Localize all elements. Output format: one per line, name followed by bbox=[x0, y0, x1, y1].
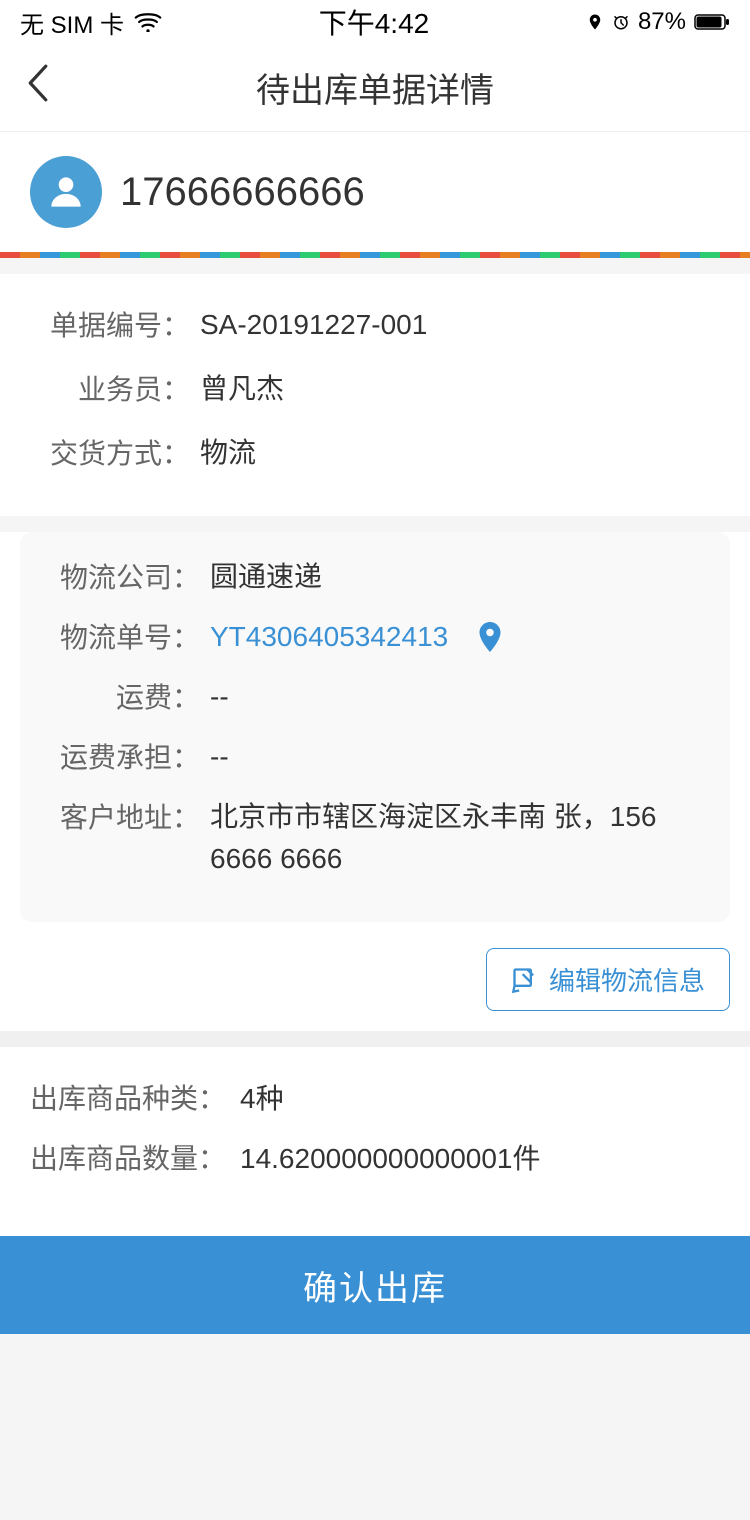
sim-status: 无 SIM 卡 bbox=[20, 5, 124, 40]
logistics-tracking-value: YT4306405342413 bbox=[210, 616, 710, 658]
logistics-freight-bearer-label: 运费承担： bbox=[40, 736, 200, 776]
product-type-row: 出库商品种类： 4种 bbox=[30, 1077, 720, 1117]
logistics-card: 物流公司： 圆通速递 物流单号： YT4306405342413 运费： -- … bbox=[20, 532, 730, 922]
logistics-tracking-label: 物流单号： bbox=[40, 616, 200, 656]
product-type-value: 4种 bbox=[240, 1077, 284, 1117]
logistics-tracking-row: 物流单号： YT4306405342413 bbox=[40, 616, 710, 658]
customer-header: 17666666666 bbox=[0, 132, 750, 252]
edit-icon bbox=[511, 966, 539, 994]
logistics-freight-label: 运费： bbox=[40, 676, 200, 716]
product-type-label: 出库商品种类： bbox=[30, 1077, 230, 1117]
logistics-address-value: 北京市市辖区海淀区永丰南 张，156 6666 6666 bbox=[210, 796, 710, 880]
info-row-delivery: 交货方式： 物流 bbox=[30, 432, 720, 474]
nav-bar: 待出库单据详情 bbox=[0, 44, 750, 132]
map-location-icon[interactable] bbox=[472, 619, 508, 655]
delivery-label: 交货方式： bbox=[30, 432, 190, 472]
edit-logistics-button[interactable]: 编辑物流信息 bbox=[486, 948, 730, 1011]
logistics-freight-bearer-value: -- bbox=[210, 736, 710, 778]
status-left: 无 SIM 卡 bbox=[20, 5, 162, 40]
basic-info-section: 单据编号： SA-20191227-001 业务员： 曾凡杰 交货方式： 物流 bbox=[0, 274, 750, 516]
order-no-label: 单据编号： bbox=[30, 304, 190, 344]
info-row-salesperson: 业务员： 曾凡杰 bbox=[30, 368, 720, 410]
logistics-company-label: 物流公司： bbox=[40, 556, 200, 596]
logistics-company-row: 物流公司： 圆通速递 bbox=[40, 556, 710, 598]
empty-space bbox=[0, 1320, 750, 1520]
decorative-line bbox=[0, 252, 750, 258]
logistics-address-row: 客户地址： 北京市市辖区海淀区永丰南 张，156 6666 6666 bbox=[40, 796, 710, 880]
avatar bbox=[30, 156, 102, 228]
back-button[interactable] bbox=[24, 61, 52, 114]
logistics-freight-value: -- bbox=[210, 676, 710, 718]
edit-logistics-area: 编辑物流信息 bbox=[0, 938, 750, 1031]
page-title: 待出库单据详情 bbox=[256, 63, 494, 112]
wifi-icon bbox=[134, 12, 162, 32]
status-right: 87% bbox=[586, 8, 730, 36]
battery-percent: 87% bbox=[638, 8, 686, 36]
logistics-address-label: 客户地址： bbox=[40, 796, 200, 836]
location-status-icon bbox=[586, 12, 604, 32]
order-no-value: SA-20191227-001 bbox=[200, 304, 720, 346]
section-divider bbox=[0, 1031, 750, 1047]
logistics-freight-bearer-row: 运费承担： -- bbox=[40, 736, 710, 778]
bottom-bar[interactable]: 确认出库 bbox=[0, 1236, 750, 1334]
alarm-icon bbox=[612, 12, 630, 32]
battery-icon bbox=[694, 13, 730, 31]
status-time: 下午4:42 bbox=[319, 2, 430, 42]
salesperson-label: 业务员： bbox=[30, 368, 190, 408]
edit-logistics-label: 编辑物流信息 bbox=[549, 961, 705, 998]
info-row-order-no: 单据编号： SA-20191227-001 bbox=[30, 304, 720, 346]
product-summary-section: 出库商品种类： 4种 出库商品数量： 14.620000000000001件 bbox=[0, 1047, 750, 1227]
logistics-company-value: 圆通速递 bbox=[210, 556, 710, 598]
confirm-button-label: 确认出库 bbox=[303, 1261, 447, 1310]
logistics-freight-row: 运费： -- bbox=[40, 676, 710, 718]
customer-phone: 17666666666 bbox=[120, 170, 365, 215]
salesperson-value: 曾凡杰 bbox=[200, 368, 720, 410]
product-quantity-label: 出库商品数量： bbox=[30, 1137, 230, 1177]
product-quantity-value: 14.620000000000001件 bbox=[240, 1137, 541, 1177]
tracking-number: YT4306405342413 bbox=[210, 616, 448, 658]
status-bar: 无 SIM 卡 下午4:42 87% bbox=[0, 0, 750, 44]
product-quantity-row: 出库商品数量： 14.620000000000001件 bbox=[30, 1137, 720, 1177]
delivery-value: 物流 bbox=[200, 432, 720, 474]
